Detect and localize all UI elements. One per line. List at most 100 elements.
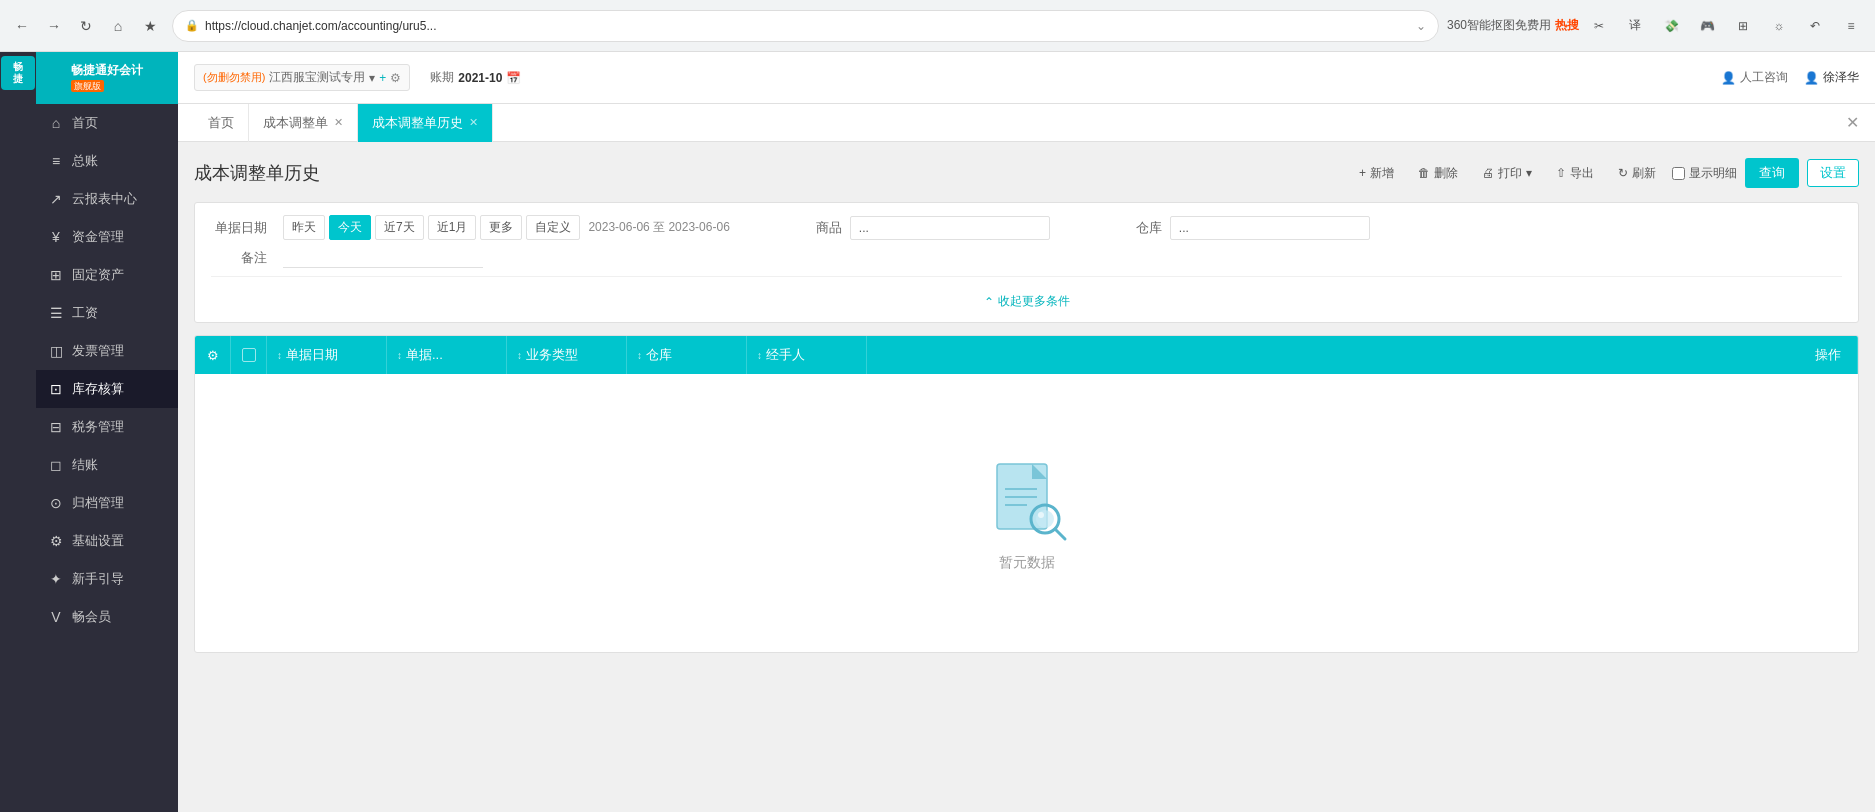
- sidebar-item-archive[interactable]: ⊙ 归档管理: [36, 484, 178, 522]
- settings-company-icon: ⚙: [390, 71, 401, 85]
- collapse-icon: ⌃: [984, 295, 994, 309]
- lock-icon: 🔒: [185, 19, 199, 32]
- sidebar-item-invoice[interactable]: ◫ 发票管理: [36, 332, 178, 370]
- date-btn-yesterday[interactable]: 昨天: [283, 215, 325, 240]
- settings-button[interactable]: ☼: [1763, 12, 1795, 40]
- company-name: 江西服宝测试专用: [269, 69, 365, 86]
- date-btn-custom[interactable]: 自定义: [526, 215, 580, 240]
- warehouse-selector[interactable]: ...: [1170, 216, 1370, 240]
- tab-cost-adjust-history-close[interactable]: ✕: [469, 116, 478, 129]
- svg-point-6: [1036, 510, 1054, 528]
- th-checkbox[interactable]: [242, 348, 256, 362]
- collapse-label: 收起更多条件: [998, 293, 1070, 310]
- sidebar-item-closing-label: 结账: [72, 456, 98, 474]
- query-button[interactable]: 查询: [1745, 158, 1799, 188]
- tab-home[interactable]: 首页: [194, 104, 249, 142]
- th-type[interactable]: ↕ 业务类型: [507, 336, 627, 374]
- sidebar-item-fixed-assets[interactable]: ⊞ 固定资产: [36, 256, 178, 294]
- wallet-button[interactable]: 💸: [1655, 12, 1687, 40]
- sort-warehouse-icon: ↕: [637, 350, 642, 361]
- sidebar-logo-name: 畅捷通好会计: [71, 63, 143, 77]
- page-actions: + 新增 🗑 删除 🖨 打印 ▾ ⇧ 导出: [1351, 158, 1859, 188]
- th-check[interactable]: [231, 336, 267, 374]
- date-btn-1month[interactable]: 近1月: [428, 215, 477, 240]
- sidebar-item-inventory[interactable]: ⊡ 库存核算: [36, 370, 178, 408]
- back-button[interactable]: ←: [8, 12, 36, 40]
- goods-selector[interactable]: ...: [850, 216, 1050, 240]
- consultation-button[interactable]: 👤 人工咨询: [1721, 69, 1788, 86]
- goods-placeholder: ...: [859, 221, 869, 235]
- bookmark-button[interactable]: ★: [136, 12, 164, 40]
- scissors-button[interactable]: ✂: [1583, 12, 1615, 40]
- filter-area: 单据日期 昨天 今天 近7天 近1月 更多 自定义 2023-06-06 至 2…: [194, 202, 1859, 323]
- sidebar-item-settings[interactable]: ⚙ 基础设置: [36, 522, 178, 560]
- tab-cost-adjust-history[interactable]: 成本调整单历史 ✕: [358, 104, 493, 142]
- sidebar-item-guide[interactable]: ✦ 新手引导: [36, 560, 178, 598]
- top-bar: (勿删勿禁用) 江西服宝测试专用 ▾ + ⚙ 账期 2021-10 📅 👤 人工…: [178, 52, 1875, 104]
- show-columns-checkbox[interactable]: [1672, 167, 1685, 180]
- th-settings-icon: ⚙: [207, 348, 219, 363]
- th-warehouse[interactable]: ↕ 仓库: [627, 336, 747, 374]
- grid-button[interactable]: ⊞: [1727, 12, 1759, 40]
- sidebar-item-tax[interactable]: ⊟ 税务管理: [36, 408, 178, 446]
- tab-cost-adjust-close[interactable]: ✕: [334, 116, 343, 129]
- th-num[interactable]: ↕ 单据...: [387, 336, 507, 374]
- close-all-tabs-button[interactable]: ✕: [1846, 113, 1859, 132]
- delete-label: 删除: [1434, 165, 1458, 182]
- url-text: https://cloud.chanjet.com/accounting/uru…: [205, 19, 436, 33]
- setting-button[interactable]: 设置: [1807, 159, 1859, 187]
- tab-bar: 首页 成本调整单 ✕ 成本调整单历史 ✕ ✕: [178, 104, 1875, 142]
- address-bar[interactable]: 🔒 https://cloud.chanjet.com/accounting/u…: [172, 10, 1439, 42]
- sidebar-item-invoice-label: 发票管理: [72, 342, 124, 360]
- archive-icon: ⊙: [48, 495, 64, 511]
- forward-button[interactable]: →: [40, 12, 68, 40]
- print-label: 打印: [1498, 165, 1522, 182]
- sidebar-item-vip[interactable]: V 畅会员: [36, 598, 178, 636]
- inventory-icon: ⊡: [48, 381, 64, 397]
- show-columns-toggle[interactable]: 显示明细: [1672, 165, 1737, 182]
- add-button[interactable]: + 新增: [1351, 161, 1402, 186]
- th-handler[interactable]: ↕ 经手人: [747, 336, 867, 374]
- undo-button[interactable]: ↶: [1799, 12, 1831, 40]
- sort-handler-icon: ↕: [757, 350, 762, 361]
- calendar-icon[interactable]: 📅: [506, 71, 521, 85]
- sidebar-item-funds-label: 资金管理: [72, 228, 124, 246]
- notes-input[interactable]: [283, 248, 483, 268]
- print-button[interactable]: 🖨 打印 ▾: [1474, 161, 1540, 186]
- menu-button[interactable]: ≡: [1835, 12, 1867, 40]
- icon-sidebar-logo[interactable]: 畅捷: [1, 56, 35, 90]
- th-date[interactable]: ↕ 单据日期: [267, 336, 387, 374]
- refresh-button[interactable]: ↻ 刷新: [1610, 161, 1664, 186]
- sidebar-item-payroll[interactable]: ☰ 工资: [36, 294, 178, 332]
- content-area: (勿删勿禁用) 江西服宝测试专用 ▾ + ⚙ 账期 2021-10 📅 👤 人工…: [178, 52, 1875, 812]
- sidebar-item-ledger[interactable]: ≡ 总账: [36, 142, 178, 180]
- empty-text: 暂元数据: [999, 554, 1055, 572]
- sidebar-item-reports[interactable]: ↗ 云报表中心: [36, 180, 178, 218]
- filter-row-2: 备注: [211, 248, 1842, 268]
- th-settings[interactable]: ⚙: [195, 336, 231, 374]
- home-button[interactable]: ⌂: [104, 12, 132, 40]
- sidebar-item-home[interactable]: ⌂ 首页: [36, 104, 178, 142]
- delete-button[interactable]: 🗑 删除: [1410, 161, 1466, 186]
- date-btn-7days[interactable]: 近7天: [375, 215, 424, 240]
- sidebar-nav: ⌂ 首页 ≡ 总账 ↗ 云报表中心 ¥ 资金管理 ⊞ 固定资产 ☰ 工资: [36, 104, 178, 812]
- collapse-button[interactable]: ⌃ 收起更多条件: [211, 293, 1842, 310]
- browser-tools: 360智能抠图免费用 热搜 ✂ 译 💸 🎮 ⊞ ☼ ↶ ≡: [1447, 12, 1867, 40]
- company-selector[interactable]: (勿删勿禁用) 江西服宝测试专用 ▾ + ⚙: [194, 64, 410, 91]
- sidebar-item-closing[interactable]: ◻ 结账: [36, 446, 178, 484]
- closing-icon: ◻: [48, 457, 64, 473]
- sidebar-item-inventory-label: 库存核算: [72, 380, 124, 398]
- export-button[interactable]: ⇧ 导出: [1548, 161, 1602, 186]
- tab-cost-adjust[interactable]: 成本调整单 ✕: [249, 104, 358, 142]
- tab-cost-adjust-label: 成本调整单: [263, 114, 328, 132]
- translate-button[interactable]: 译: [1619, 12, 1651, 40]
- date-btn-more[interactable]: 更多: [480, 215, 522, 240]
- reports-icon: ↗: [48, 191, 64, 207]
- funds-icon: ¥: [48, 229, 64, 245]
- date-btn-today[interactable]: 今天: [329, 215, 371, 240]
- sidebar-item-funds[interactable]: ¥ 资金管理: [36, 218, 178, 256]
- table-container: ⚙ ↕ 单据日期 ↕ 单据... ↕ 业务类型: [194, 335, 1859, 653]
- game-button[interactable]: 🎮: [1691, 12, 1723, 40]
- reload-button[interactable]: ↻: [72, 12, 100, 40]
- user-button[interactable]: 👤 徐泽华: [1804, 69, 1859, 86]
